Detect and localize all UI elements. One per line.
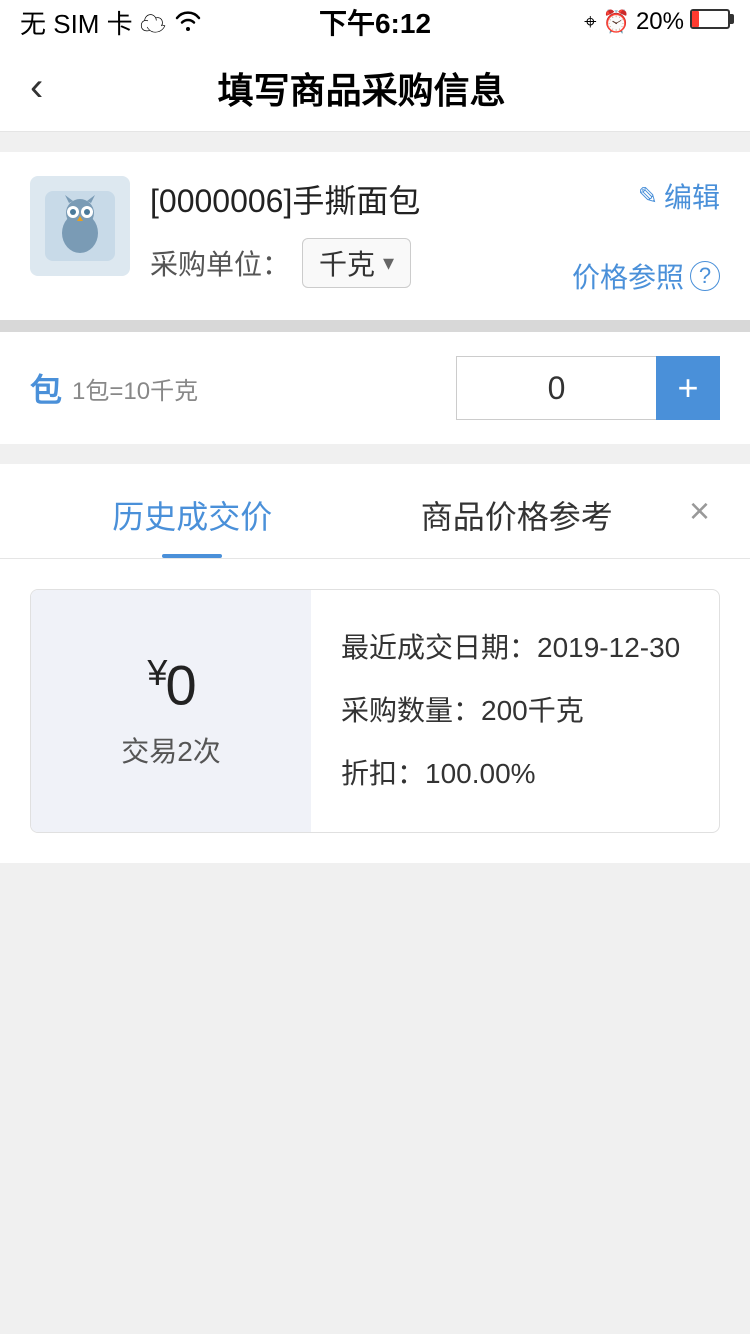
quantity-input-group: +	[456, 356, 720, 420]
status-time: 下午6:12	[319, 2, 431, 42]
tab-content: ¥0 交易2次 最近成交日期：2019-12-30 采购数量：200千克 折扣：…	[0, 559, 750, 863]
location-icon: ⌖	[584, 9, 596, 35]
quantity-row: 包 1包=10千克 +	[0, 332, 750, 444]
dropdown-arrow-icon: ▾	[383, 250, 394, 276]
product-right: ✎ 编辑 价格参照 ?	[572, 176, 720, 296]
quantity-input[interactable]	[456, 356, 656, 420]
product-image	[30, 176, 130, 276]
tab-product-price-ref[interactable]: 商品价格参考	[354, 464, 678, 558]
product-name: [0000006]手撕面包	[150, 176, 420, 222]
latest-date-row: 最近成交日期：2019-12-30	[341, 626, 689, 671]
tab-section: 历史成交价 商品价格参考 × ¥0 交易2次 最近成交日期：2019-12-30	[0, 464, 750, 863]
product-top: [0000006]手撕面包 采购单位： 千克 ▾ ✎ 编辑	[30, 176, 720, 296]
tab-close-button[interactable]: ×	[679, 480, 720, 542]
separator	[0, 320, 750, 332]
battery-icon	[690, 8, 730, 36]
edit-button[interactable]: ✎ 编辑	[638, 176, 720, 216]
tab-header: 历史成交价 商品价格参考 ×	[0, 464, 750, 559]
quantity-sub-text: 1包=10千克	[72, 371, 198, 406]
help-icon: ?	[690, 261, 720, 291]
history-price-value: ¥0	[147, 652, 194, 718]
edit-icon: ✎	[638, 182, 658, 211]
quantity-plus-button[interactable]: +	[656, 356, 720, 420]
main-content: 无 SIM 卡 ☁ 下午6:12 ⌖ ⏰ 20% ‹ 填写商品采购信息	[0, 0, 750, 1290]
nav-bar: ‹ 填写商品采购信息	[0, 44, 750, 132]
transaction-count: 交易2次	[121, 730, 221, 770]
tab-history-price[interactable]: 历史成交价	[30, 464, 354, 558]
page-title: 填写商品采购信息	[63, 62, 660, 114]
purchase-qty-row: 采购数量：200千克	[341, 689, 689, 734]
wifi-icon	[174, 7, 202, 38]
product-logo	[45, 191, 115, 261]
unit-value: 千克	[319, 243, 375, 283]
product-unit-row: 采购单位： 千克 ▾	[150, 238, 420, 288]
sim-status: 无 SIM 卡 ☁	[20, 4, 166, 41]
alarm-icon: ⏰	[603, 9, 630, 35]
battery-percent: 20%	[636, 8, 684, 36]
package-icon: 包	[30, 365, 62, 411]
product-card: [0000006]手撕面包 采购单位： 千克 ▾ ✎ 编辑	[0, 152, 750, 320]
quantity-label: 包 1包=10千克	[30, 365, 198, 411]
unit-label: 采购单位：	[150, 243, 290, 283]
history-detail-right: 最近成交日期：2019-12-30 采购数量：200千克 折扣：100.00%	[311, 590, 719, 832]
product-left: [0000006]手撕面包 采购单位： 千克 ▾	[30, 176, 420, 288]
history-card: ¥0 交易2次 最近成交日期：2019-12-30 采购数量：200千克 折扣：…	[30, 589, 720, 833]
discount-row: 折扣：100.00%	[341, 752, 689, 797]
currency-symbol: ¥	[147, 652, 165, 693]
unit-dropdown[interactable]: 千克 ▾	[302, 238, 411, 288]
back-button[interactable]: ‹	[30, 65, 43, 110]
status-bar: 无 SIM 卡 ☁ 下午6:12 ⌖ ⏰ 20%	[0, 0, 750, 44]
price-ref-button[interactable]: 价格参照 ?	[572, 256, 720, 296]
history-price-left: ¥0 交易2次	[31, 590, 311, 832]
product-info: [0000006]手撕面包 采购单位： 千克 ▾	[150, 176, 420, 288]
status-right: ⌖ ⏰ 20%	[584, 8, 730, 36]
status-left: 无 SIM 卡 ☁	[20, 4, 202, 41]
